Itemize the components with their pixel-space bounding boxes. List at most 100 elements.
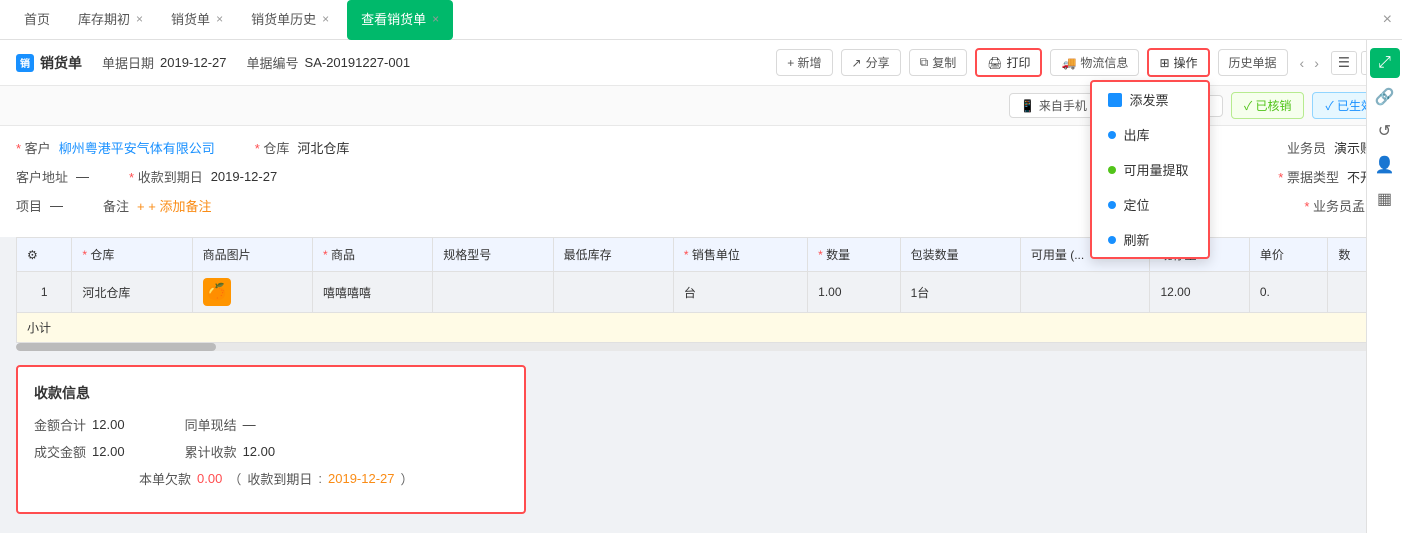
tab-home[interactable]: 首页 bbox=[10, 0, 64, 40]
close-sales-order[interactable]: × bbox=[216, 12, 223, 26]
total-amount: 金额合计 12.00 bbox=[34, 415, 125, 434]
operation-button[interactable]: ⊞ 操作 bbox=[1147, 48, 1209, 77]
current-due-label: 本单欠款 bbox=[139, 469, 191, 488]
outbound-item[interactable]: 出库 bbox=[1092, 117, 1208, 152]
share-icon: ↗ bbox=[852, 56, 862, 70]
same-order-label: 同单现结 bbox=[185, 415, 237, 434]
address-field: 客户地址 — bbox=[16, 167, 89, 186]
subtotal-row: 小计 bbox=[17, 313, 1386, 343]
new-button[interactable]: + 新增 bbox=[776, 49, 832, 76]
nav-prev[interactable]: ‹ bbox=[1296, 53, 1309, 73]
cumulative-received-label: 累计收款 bbox=[185, 442, 237, 461]
close-sales-order-history[interactable]: × bbox=[322, 12, 329, 26]
project-value: — bbox=[50, 198, 63, 213]
refresh-item[interactable]: 刷新 bbox=[1092, 222, 1208, 257]
warehouse-field: 仓库 河北仓库 bbox=[255, 138, 350, 157]
grid-icon: ⊞ bbox=[1159, 56, 1169, 70]
total-amount-label: 金额合计 bbox=[34, 415, 86, 434]
remark-add[interactable]: + + 添加备注 bbox=[137, 196, 211, 215]
add-invoice-item[interactable]: 添发票 bbox=[1092, 82, 1208, 117]
close-inventory-init[interactable]: × bbox=[136, 12, 143, 26]
nav-next[interactable]: › bbox=[1310, 53, 1323, 73]
sales-staff-label: 业务员孟 bbox=[1304, 196, 1365, 215]
row-warehouse: 河北仓库 bbox=[72, 272, 192, 313]
remark-label: 备注 bbox=[103, 196, 129, 215]
row-spec bbox=[433, 272, 553, 313]
row-product-img: 🍊 bbox=[192, 272, 312, 313]
document-header: 销 销货单 单据日期 2019-12-27 单据编号 SA-20191227-0… bbox=[0, 40, 1402, 86]
tab-sales-order-history[interactable]: 销货单历史 × bbox=[237, 0, 343, 40]
col-product-img: 商品图片 bbox=[192, 238, 312, 272]
locate-item[interactable]: 定位 bbox=[1092, 187, 1208, 222]
verified-status-btn[interactable]: ✓ 已核销 bbox=[1231, 92, 1305, 119]
subtotal-label: 小计 bbox=[17, 313, 1386, 343]
tab-view-sales-order[interactable]: 查看销货单 × bbox=[347, 0, 453, 40]
logistics-button[interactable]: 🚚 物流信息 bbox=[1050, 49, 1139, 76]
doc-number: 单据编号 SA-20191227-001 bbox=[247, 53, 411, 72]
project-field: 项目 — bbox=[16, 196, 63, 215]
locate-icon bbox=[1108, 201, 1116, 209]
copy-button[interactable]: ⧉ 复制 bbox=[909, 49, 968, 76]
close-view-sales-order[interactable]: × bbox=[432, 12, 439, 26]
expand-sidebar-icon[interactable]: ⤢ bbox=[1370, 48, 1400, 78]
col-quantity: * 数量 bbox=[808, 238, 900, 272]
doc-type-icon: 销 bbox=[16, 54, 34, 72]
transaction-amount-value: 12.00 bbox=[92, 444, 125, 459]
transaction-amount: 成交金额 12.00 bbox=[34, 442, 125, 461]
col-spec: 规格型号 bbox=[433, 238, 553, 272]
total-amount-value: 12.00 bbox=[92, 417, 125, 432]
operation-dropdown: 添发票 出库 可用量提取 定位 bbox=[1090, 80, 1210, 259]
right-sidebar: ⤢ 🔗 ↺ 👤 ▦ bbox=[1366, 40, 1402, 533]
tab-inventory-init[interactable]: 库存期初 × bbox=[64, 0, 157, 40]
product-image: 🍊 bbox=[203, 278, 231, 306]
row-current-stock: 12.00 bbox=[1150, 272, 1249, 313]
tab-sales-order[interactable]: 销货单 × bbox=[157, 0, 237, 40]
user-sidebar-icon[interactable]: 👤 bbox=[1370, 150, 1400, 180]
list-view-btn[interactable]: ☰ bbox=[1331, 51, 1357, 75]
row-min-stock bbox=[553, 272, 673, 313]
row-product: 嘻嘻嘻嘻 bbox=[312, 272, 432, 313]
toolbar: + 新增 ↗ 分享 ⧉ 复制 🖨 打印 🚚 物流信息 ⊞ 操作 bbox=[776, 48, 1386, 77]
payment-title: 收款信息 bbox=[34, 383, 508, 403]
current-due-extra: （ bbox=[228, 469, 241, 488]
tab-close-all[interactable]: × bbox=[1383, 11, 1392, 29]
col-warehouse: * 仓库 bbox=[72, 238, 192, 272]
scrollbar-thumb bbox=[16, 343, 216, 351]
same-order-value: — bbox=[243, 417, 256, 432]
address-label: 客户地址 bbox=[16, 167, 68, 186]
history-button[interactable]: 历史单据 bbox=[1218, 49, 1288, 76]
col-sales-unit: * 销售单位 bbox=[673, 238, 807, 272]
project-label: 项目 bbox=[16, 196, 42, 215]
share-button[interactable]: ↗ 分享 bbox=[841, 49, 901, 76]
col-min-stock: 最低库存 bbox=[553, 238, 673, 272]
add-invoice-icon bbox=[1108, 93, 1122, 107]
staff-label: 业务员 bbox=[1287, 138, 1326, 157]
print-button[interactable]: 🖨 打印 bbox=[975, 48, 1042, 77]
row-quantity: 1.00 bbox=[808, 272, 900, 313]
current-due: 本单欠款 0.00 （ 收款到期日 : 2019-12-27 ） bbox=[139, 469, 414, 488]
grid-sidebar-icon[interactable]: ▦ bbox=[1370, 184, 1400, 214]
payment-row-3: 占位 — 本单欠款 0.00 （ 收款到期日 : 2019-12-27 ） bbox=[34, 469, 508, 488]
rotate-sidebar-icon[interactable]: ↺ bbox=[1370, 116, 1400, 146]
mobile-btn[interactable]: 📱 来自手机 bbox=[1009, 93, 1098, 118]
document-meta: 单据日期 2019-12-27 单据编号 SA-20191227-001 bbox=[102, 53, 410, 72]
customer-value[interactable]: 柳州粤港平安气体有限公司 bbox=[59, 138, 215, 157]
payment-row-1: 金额合计 12.00 同单现结 — bbox=[34, 415, 508, 434]
truck-icon: 🚚 bbox=[1061, 56, 1076, 70]
col-product: * 商品 bbox=[312, 238, 432, 272]
remark-field: 备注 + + 添加备注 bbox=[103, 196, 211, 215]
link-sidebar-icon[interactable]: 🔗 bbox=[1370, 82, 1400, 112]
nav-arrows: ‹ › bbox=[1296, 53, 1323, 73]
available-qty-item[interactable]: 可用量提取 bbox=[1092, 152, 1208, 187]
row-gear[interactable]: 1 bbox=[17, 272, 72, 313]
due-date-label: 收款到期日 bbox=[129, 167, 203, 186]
horizontal-scrollbar[interactable] bbox=[16, 343, 1386, 351]
address-value: — bbox=[76, 169, 89, 184]
row-unit-price: 0. bbox=[1249, 272, 1327, 313]
due-date-bracket: ） bbox=[401, 469, 414, 488]
table-row: 1 河北仓库 🍊 嘻嘻嘻嘻 台 1.00 1台 12.00 0. bbox=[17, 272, 1386, 313]
due-date-inline-value: 2019-12-27 bbox=[328, 471, 395, 486]
refresh-icon bbox=[1108, 236, 1116, 244]
print-icon: 🖨 bbox=[987, 56, 1002, 70]
due-date-field: 收款到期日 2019-12-27 bbox=[129, 167, 277, 186]
